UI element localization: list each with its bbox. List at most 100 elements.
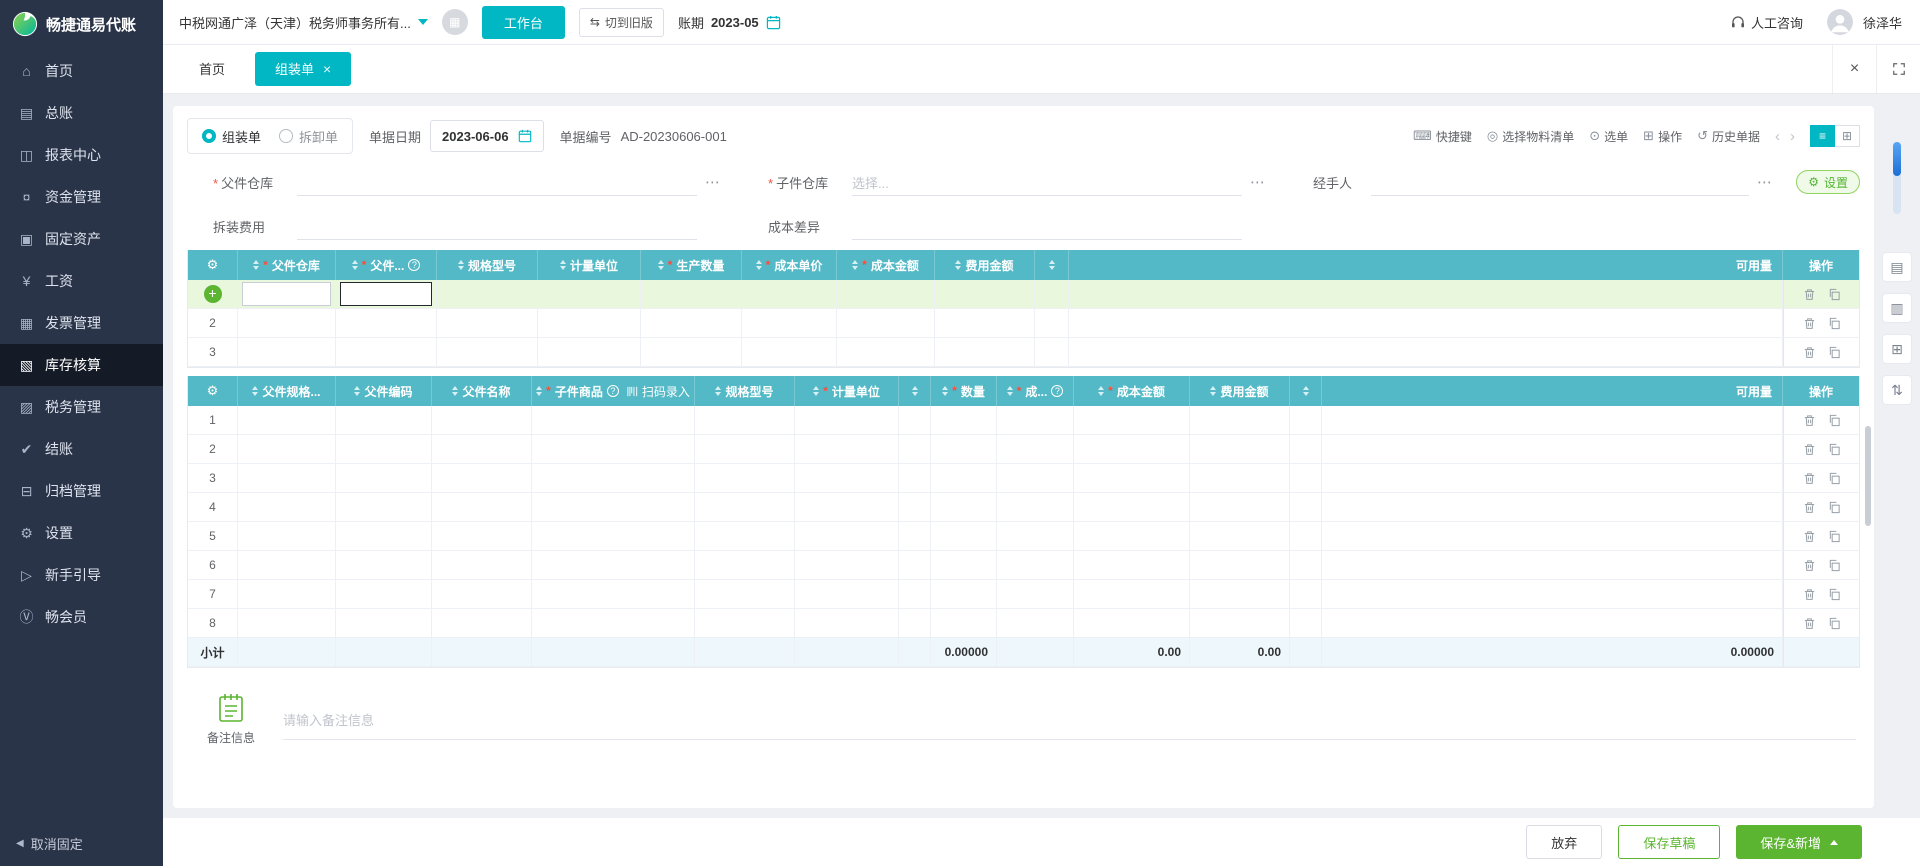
table-cell[interactable] — [532, 580, 695, 609]
sidebar-item-guide[interactable]: ▷ 新手引导 — [0, 554, 163, 596]
table-cell[interactable] — [238, 406, 336, 435]
table-cell[interactable] — [336, 493, 432, 522]
table-cell[interactable] — [795, 493, 899, 522]
table-cell[interactable] — [795, 406, 899, 435]
table-cell[interactable] — [1074, 522, 1190, 551]
child-table-column-header[interactable]: * 子件商品? 扫码录入 — [532, 376, 695, 406]
table-cell[interactable] — [432, 551, 532, 580]
user-name[interactable]: 徐泽华 — [1863, 13, 1902, 32]
table-cell[interactable] — [1074, 609, 1190, 638]
table-cell[interactable] — [899, 464, 931, 493]
copy-row-icon[interactable] — [1828, 501, 1841, 514]
copy-row-icon[interactable] — [1828, 530, 1841, 543]
settings-button[interactable]: ⚙ 设置 — [1796, 170, 1860, 194]
parent-table-column-header[interactable]: 规格型号 — [437, 250, 538, 280]
table-cell[interactable] — [432, 609, 532, 638]
table-cell[interactable] — [432, 580, 532, 609]
parent-table-column-header[interactable]: 计量单位 — [538, 250, 641, 280]
rail-panel-button[interactable]: ▤ — [1882, 252, 1912, 282]
table-cell[interactable] — [931, 609, 997, 638]
parent-table-column-header[interactable]: * 父件仓库 — [238, 250, 336, 280]
table-cell[interactable] — [1035, 309, 1069, 338]
table-cell[interactable] — [432, 435, 532, 464]
table-cell[interactable] — [742, 338, 837, 367]
table-cell[interactable] — [532, 609, 695, 638]
discard-button[interactable]: 放弃 — [1526, 825, 1603, 859]
child-table-column-header[interactable]: * 成本金额 — [1074, 376, 1190, 406]
table-cell[interactable] — [1190, 435, 1290, 464]
parent-table-column-header[interactable]: * 父件...? — [336, 250, 437, 280]
table-cell[interactable] — [238, 493, 336, 522]
table-cell[interactable] — [695, 580, 795, 609]
table-cell[interactable] — [238, 309, 336, 338]
delete-row-icon[interactable] — [1803, 617, 1816, 630]
slider-thumb[interactable] — [1893, 142, 1901, 176]
table-cell[interactable] — [532, 464, 695, 493]
add-row-button[interactable]: + — [203, 285, 222, 303]
child-table-column-header[interactable]: 费用金额 — [1190, 376, 1290, 406]
cost-difference-input[interactable] — [852, 220, 1242, 239]
copy-row-icon[interactable] — [1828, 443, 1841, 456]
child-table-column-header[interactable]: * 成...? — [997, 376, 1074, 406]
delete-row-icon[interactable] — [1803, 588, 1816, 601]
tab-assembly-order[interactable]: 组装单 × — [255, 51, 352, 86]
table-cell[interactable] — [238, 609, 336, 638]
table-cell[interactable] — [532, 551, 695, 580]
table-cell[interactable] — [432, 464, 532, 493]
table-cell[interactable] — [641, 309, 742, 338]
table-cell[interactable] — [1290, 435, 1322, 464]
copy-row-icon[interactable] — [1828, 617, 1841, 630]
table-cell[interactable] — [795, 435, 899, 464]
parent-table-column-header[interactable]: * 成本单价 — [742, 250, 837, 280]
child-table-column-header[interactable]: 规格型号 — [695, 376, 795, 406]
parent-warehouse-input[interactable] — [297, 176, 697, 195]
table-cell[interactable] — [1190, 464, 1290, 493]
parent-table-column-header[interactable]: * 生产数量 — [641, 250, 742, 280]
table-cell[interactable] — [899, 609, 931, 638]
table-cell[interactable] — [695, 464, 795, 493]
more-icon[interactable]: ⋯ — [1757, 173, 1772, 191]
rail-workflow-button[interactable]: ⇅ — [1882, 375, 1912, 405]
column-settings-icon[interactable]: ⚙ — [188, 376, 238, 406]
radio-assembly[interactable]: 组装单 — [202, 127, 261, 146]
remarks-input[interactable] — [283, 702, 1856, 740]
switch-old-version-button[interactable]: ⇆ 切到旧版 — [578, 7, 664, 37]
scan-entry-button[interactable]: 扫码录入 — [627, 383, 690, 400]
more-icon[interactable]: ⋯ — [1250, 173, 1265, 191]
sidebar-item-settings[interactable]: ⚙ 设置 — [0, 512, 163, 554]
table-cell[interactable] — [695, 406, 795, 435]
table-cell[interactable] — [795, 522, 899, 551]
table-cell[interactable] — [1035, 280, 1069, 309]
table-cell[interactable] — [997, 580, 1074, 609]
delete-row-icon[interactable] — [1803, 317, 1816, 330]
sidebar-item-assets[interactable]: ▣ 固定资产 — [0, 218, 163, 260]
table-cell[interactable] — [532, 493, 695, 522]
table-cell[interactable] — [336, 551, 432, 580]
column-settings-icon[interactable]: ⚙ — [188, 250, 238, 280]
parent-table-column-header[interactable]: 费用金额 — [935, 250, 1035, 280]
copy-row-icon[interactable] — [1828, 414, 1841, 427]
tool-bom[interactable]: ◎ 选择物料清单 — [1487, 128, 1574, 145]
table-cell[interactable] — [899, 435, 931, 464]
table-cell[interactable] — [997, 551, 1074, 580]
sidebar-item-salary[interactable]: ¥ 工资 — [0, 260, 163, 302]
table-cell[interactable] — [1190, 493, 1290, 522]
sidebar-item-tax[interactable]: ▨ 税务管理 — [0, 386, 163, 428]
sidebar-item-home[interactable]: ⌂ 首页 — [0, 50, 163, 92]
table-cell[interactable] — [1290, 522, 1322, 551]
table-cell[interactable] — [997, 522, 1074, 551]
sidebar-item-closing[interactable]: ✔ 结账 — [0, 428, 163, 470]
unpin-button[interactable]: ◀ 取消固定 — [0, 820, 163, 866]
table-cell[interactable] — [935, 338, 1035, 367]
list-view-button[interactable]: ≡ — [1810, 125, 1835, 147]
copy-row-icon[interactable] — [1828, 559, 1841, 572]
table-cell[interactable] — [532, 522, 695, 551]
table-cell[interactable] — [641, 338, 742, 367]
fullscreen-icon[interactable] — [1876, 44, 1920, 93]
rail-receipt-button[interactable]: ▥ — [1882, 293, 1912, 323]
page-scroll-slider[interactable] — [1893, 142, 1901, 214]
table-cell[interactable] — [1074, 551, 1190, 580]
tab-home[interactable]: 首页 — [179, 52, 245, 86]
product-cell-input[interactable] — [340, 282, 432, 306]
table-cell[interactable] — [1290, 493, 1322, 522]
